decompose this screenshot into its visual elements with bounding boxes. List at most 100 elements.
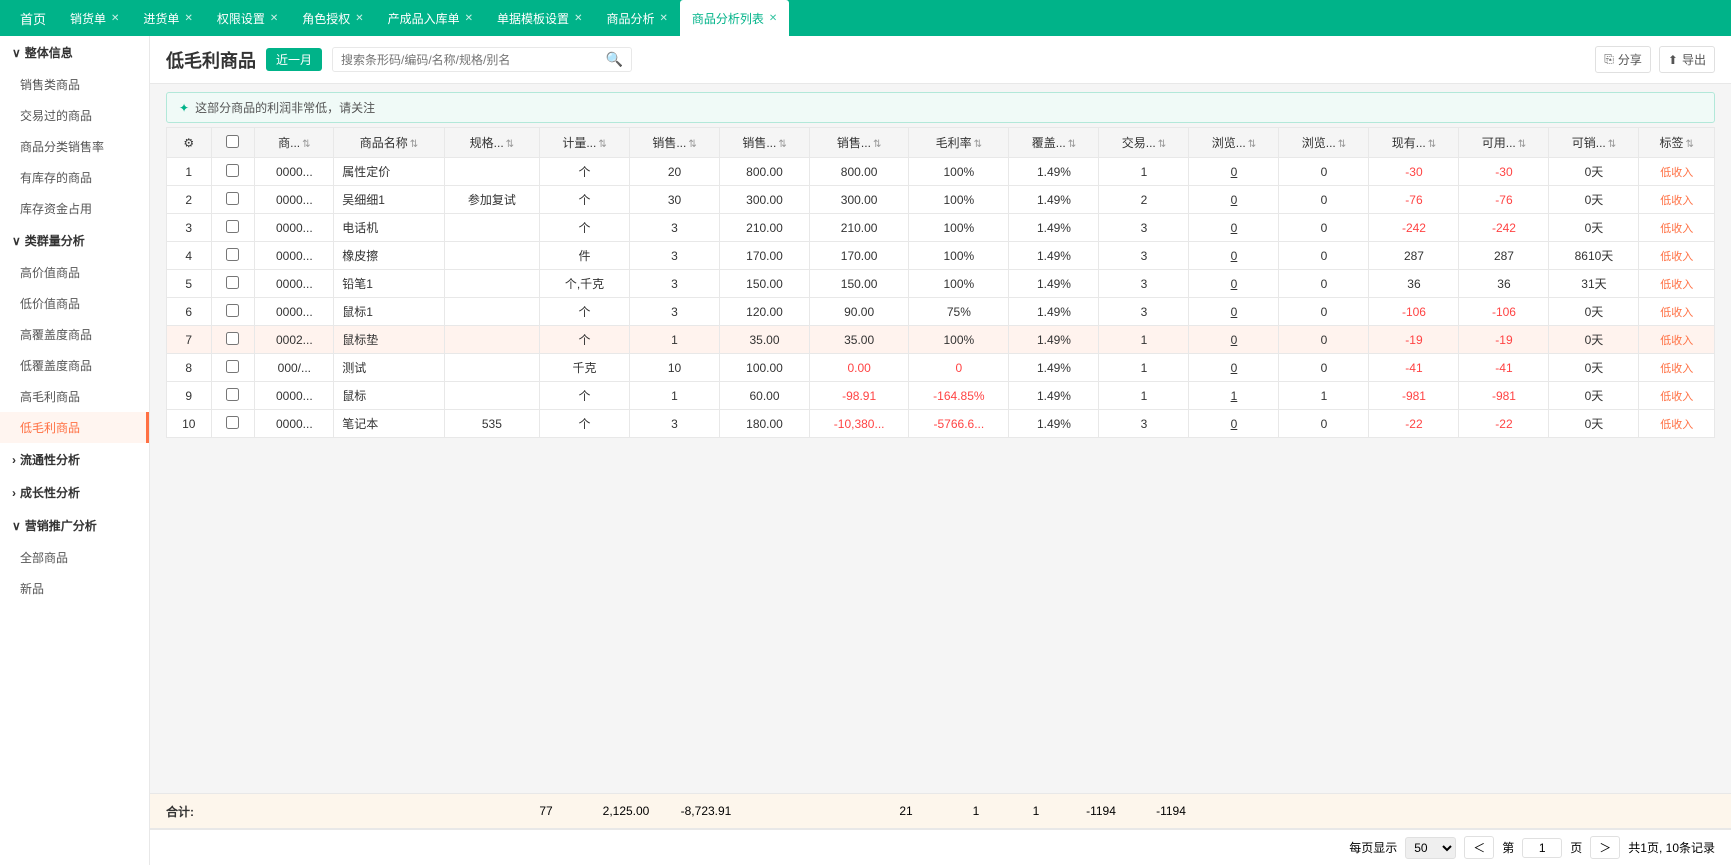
nav-products[interactable]: 产成品入库单 ✕	[376, 0, 485, 36]
nav-sales[interactable]: 销货单 ✕	[58, 0, 131, 36]
row-trade: 1	[1099, 382, 1189, 410]
row-sellable-days: 8610天	[1549, 242, 1639, 270]
row-coverage: 1.49%	[1009, 326, 1099, 354]
sidebar-item-low-margin[interactable]: 低毛利商品	[0, 412, 149, 443]
nav-products-close[interactable]: ✕	[465, 13, 473, 24]
nav-roles-close[interactable]: ✕	[355, 13, 363, 24]
row-view1[interactable]: 0	[1189, 270, 1279, 298]
col-view2[interactable]: 浏览...⇅	[1279, 128, 1369, 158]
nav-permissions-close[interactable]: ✕	[270, 13, 278, 24]
col-view1[interactable]: 浏览...⇅	[1189, 128, 1279, 158]
row-view1[interactable]: 0	[1189, 242, 1279, 270]
sidebar-item-all-products[interactable]: 全部商品	[0, 542, 149, 573]
nav-template-close[interactable]: ✕	[574, 13, 582, 24]
total-info: 共1页, 10条记录	[1628, 839, 1715, 856]
row-view1[interactable]: 1	[1189, 382, 1279, 410]
col-coverage[interactable]: 覆盖...⇅	[1009, 128, 1099, 158]
row-view1[interactable]: 0	[1189, 186, 1279, 214]
row-trade: 3	[1099, 214, 1189, 242]
col-sale-profit[interactable]: 销售...⇅	[810, 128, 909, 158]
col-checkbox[interactable]	[211, 128, 255, 158]
sidebar-group-flow[interactable]: › 流通性分析	[0, 443, 149, 476]
sidebar-item-inventory-capital[interactable]: 库存资金占用	[0, 193, 149, 224]
row-view1[interactable]: 0	[1189, 354, 1279, 382]
nav-purchase[interactable]: 进货单 ✕	[131, 0, 204, 36]
row-checkbox[interactable]	[211, 382, 255, 410]
row-checkbox[interactable]	[211, 158, 255, 186]
col-tag[interactable]: 标签⇅	[1639, 128, 1715, 158]
col-current-stock[interactable]: 现有...⇅	[1369, 128, 1459, 158]
col-name[interactable]: 商品名称⇅	[334, 128, 445, 158]
row-view1[interactable]: 0	[1189, 326, 1279, 354]
page-number-input[interactable]	[1522, 838, 1562, 858]
col-settings[interactable]: ⚙	[167, 128, 212, 158]
sidebar-item-sales-products[interactable]: 销售类商品	[0, 69, 149, 100]
col-gross-margin[interactable]: 毛利率⇅	[909, 128, 1009, 158]
row-name[interactable]: 笔记本	[334, 410, 445, 438]
row-checkbox[interactable]	[211, 298, 255, 326]
col-trade[interactable]: 交易...⇅	[1099, 128, 1189, 158]
sidebar-item-low-coverage[interactable]: 低覆盖度商品	[0, 350, 149, 381]
row-checkbox[interactable]	[211, 270, 255, 298]
share-button[interactable]: ⎘ 分享	[1595, 46, 1651, 73]
sidebar-item-category-rate[interactable]: 商品分类销售率	[0, 131, 149, 162]
nav-analysis-list[interactable]: 商品分析列表 ✕	[680, 0, 789, 36]
nav-purchase-close[interactable]: ✕	[184, 13, 192, 24]
row-checkbox[interactable]	[211, 186, 255, 214]
sidebar-item-traded-products[interactable]: 交易过的商品	[0, 100, 149, 131]
sidebar-group-marketing[interactable]: ∨ 营销推广分析	[0, 509, 149, 542]
sidebar-item-new-products[interactable]: 新品	[0, 573, 149, 604]
row-name[interactable]: 橡皮擦	[334, 242, 445, 270]
sidebar-item-high-value[interactable]: 高价值商品	[0, 257, 149, 288]
col-sellable-days[interactable]: 可销...⇅	[1549, 128, 1639, 158]
next-page-button[interactable]: ＞	[1590, 836, 1620, 859]
search-icon[interactable]: 🔍	[606, 51, 623, 68]
nav-analysis-close[interactable]: ✕	[659, 13, 667, 24]
nav-roles[interactable]: 角色授权 ✕	[290, 0, 375, 36]
row-name[interactable]: 吴细细1	[334, 186, 445, 214]
sidebar-group-growth[interactable]: › 成长性分析	[0, 476, 149, 509]
row-checkbox[interactable]	[211, 410, 255, 438]
page-size-select[interactable]: 50 100 200	[1405, 837, 1456, 859]
sidebar-item-high-margin[interactable]: 高毛利商品	[0, 381, 149, 412]
sidebar-item-stocked[interactable]: 有库存的商品	[0, 162, 149, 193]
row-name[interactable]: 电话机	[334, 214, 445, 242]
nav-sales-close[interactable]: ✕	[111, 13, 119, 24]
col-unit[interactable]: 计量...⇅	[540, 128, 630, 158]
row-name[interactable]: 测试	[334, 354, 445, 382]
nav-permissions[interactable]: 权限设置 ✕	[205, 0, 290, 36]
sidebar-group-cluster[interactable]: ∨ 类群量分析	[0, 224, 149, 257]
col-available-stock[interactable]: 可用...⇅	[1459, 128, 1549, 158]
col-code[interactable]: 商...⇅	[255, 128, 334, 158]
settings-icon[interactable]: ⚙	[183, 136, 194, 150]
row-checkbox[interactable]	[211, 214, 255, 242]
row-name[interactable]: 鼠标	[334, 382, 445, 410]
table-wrapper[interactable]: ⚙ 商...⇅ 商品名称⇅ 规格...⇅ 计量...⇅ 销售...⇅ 销售...…	[150, 127, 1731, 793]
row-view1[interactable]: 0	[1189, 214, 1279, 242]
row-view1[interactable]: 0	[1189, 298, 1279, 326]
row-checkbox[interactable]	[211, 354, 255, 382]
col-sale-qty[interactable]: 销售...⇅	[630, 128, 720, 158]
sidebar-group-overall[interactable]: ∨ 整体信息	[0, 36, 149, 69]
col-spec[interactable]: 规格...⇅	[444, 128, 539, 158]
nav-analysis-list-close[interactable]: ✕	[769, 13, 777, 24]
nav-template[interactable]: 单据模板设置 ✕	[485, 0, 594, 36]
row-name[interactable]: 鼠标1	[334, 298, 445, 326]
row-name[interactable]: 鼠标垫	[334, 326, 445, 354]
search-input[interactable]	[341, 53, 606, 67]
sidebar-item-low-value[interactable]: 低价值商品	[0, 288, 149, 319]
export-button[interactable]: ⬆ 导出	[1659, 46, 1715, 73]
date-filter-button[interactable]: 近一月	[266, 48, 322, 71]
select-all-checkbox[interactable]	[226, 135, 239, 148]
nav-home[interactable]: 首页	[8, 0, 58, 36]
sidebar-item-high-coverage[interactable]: 高覆盖度商品	[0, 319, 149, 350]
col-sale-price[interactable]: 销售...⇅	[720, 128, 810, 158]
row-view1[interactable]: 0	[1189, 158, 1279, 186]
row-checkbox[interactable]	[211, 326, 255, 354]
row-view1[interactable]: 0	[1189, 410, 1279, 438]
row-name[interactable]: 属性定价	[334, 158, 445, 186]
nav-analysis[interactable]: 商品分析 ✕	[594, 0, 679, 36]
row-name[interactable]: 铅笔1	[334, 270, 445, 298]
prev-page-button[interactable]: ＜	[1464, 836, 1494, 859]
row-checkbox[interactable]	[211, 242, 255, 270]
